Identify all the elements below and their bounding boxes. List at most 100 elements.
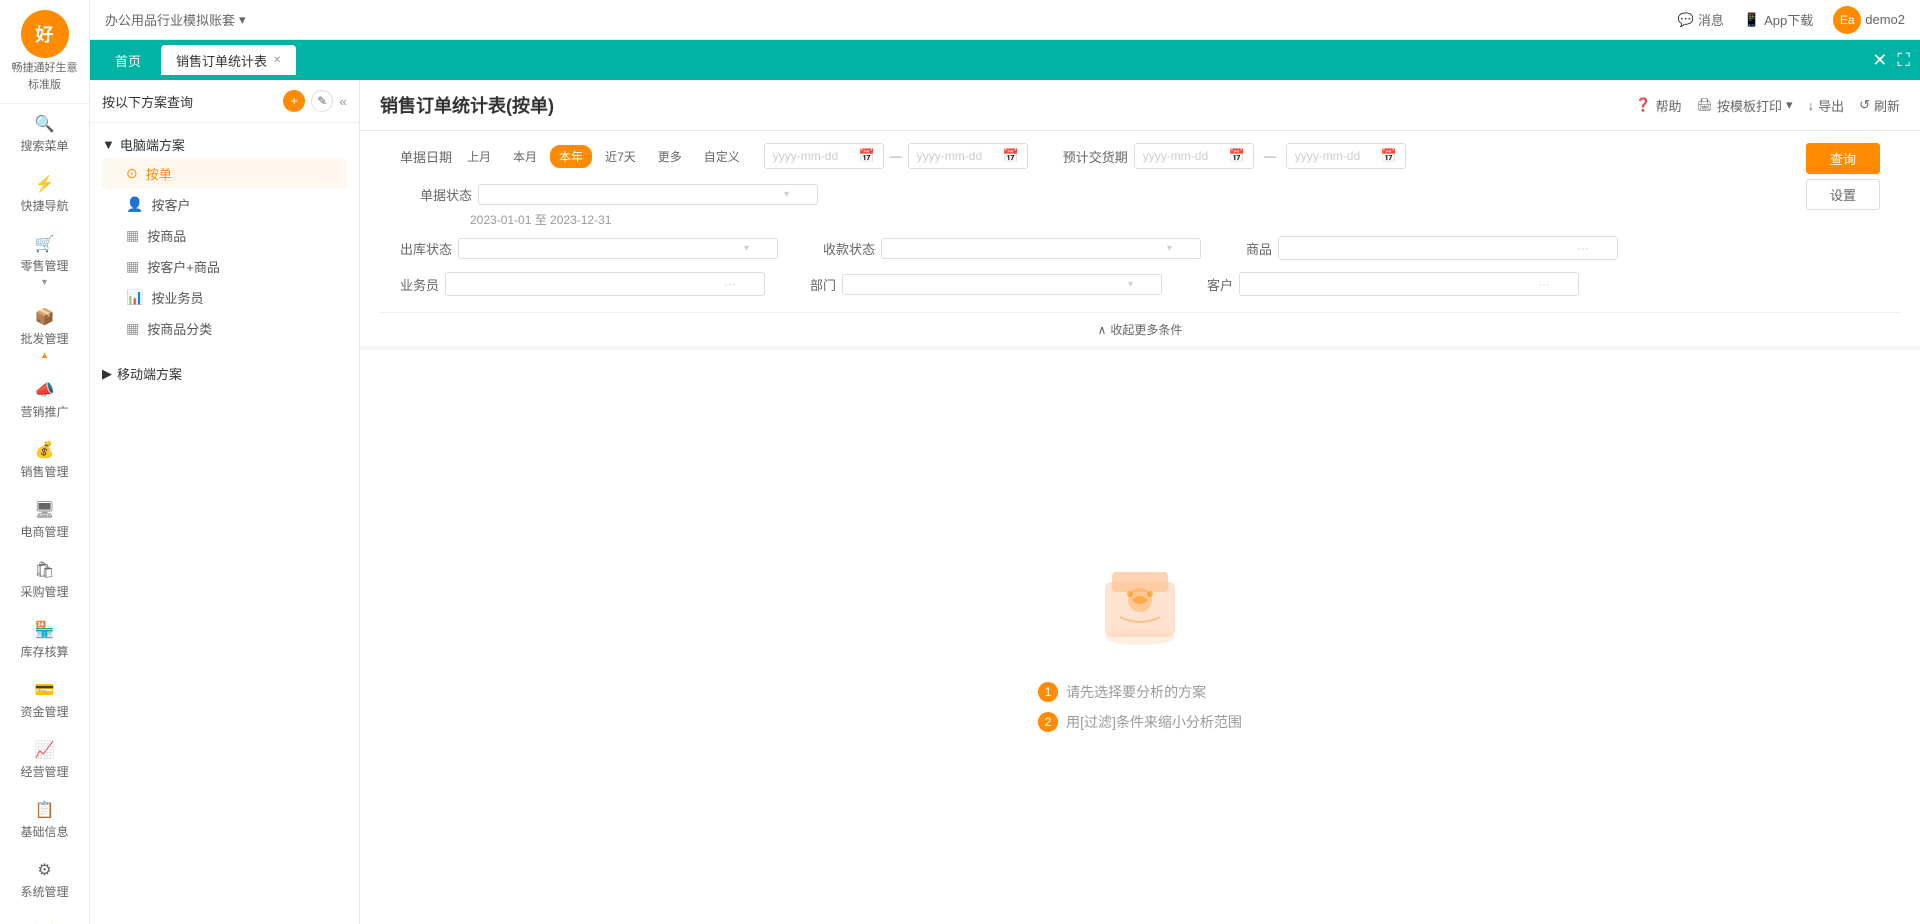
sidebar-item-marketing[interactable]: 📣 营销推广 [0,370,89,430]
sidebar-item-ecommerce[interactable]: 🖥 电商管理 [0,490,89,550]
calendar-expected-to-icon: 📅 [1381,148,1397,164]
company-selector[interactable]: 办公用品行业模拟账套 ▾ [105,10,246,29]
sidebar-item-system[interactable]: ⚙ 系统管理 [0,850,89,910]
date-to-input[interactable]: yyyy-mm-dd 📅 [908,143,1028,169]
scheme-item-by-category-label: 按商品分类 [147,319,212,338]
edit-icon: ✎ [317,94,327,108]
goods-more-icon[interactable]: ··· [1577,241,1589,255]
scheme-item-by-salesperson[interactable]: 📊 按业务员 [102,282,347,313]
app-download-btn[interactable]: 📱 App下载 [1744,10,1813,29]
date-range-text: 2023-01-01 至 2023-12-31 [470,213,611,227]
empty-hints: 1 请先选择要分析的方案 2 用[过滤]条件来缩小分析范围 [1038,682,1242,732]
scheme-item-by-category[interactable]: ▦ 按商品分类 [102,313,347,344]
expected-date-to-input[interactable]: yyyy-mm-dd 📅 [1286,143,1406,169]
sidebar-item-operation[interactable]: 📈 经营管理 [0,730,89,790]
scheme-group-mobile-title[interactable]: ▶ 移动端方案 [102,360,347,387]
tab-close-window-btn[interactable]: ✕ [1872,50,1887,71]
shortcut-last-7days[interactable]: 近7天 [596,145,645,168]
customer-select[interactable]: ··· [1239,272,1579,296]
date-label: 单据日期 [400,147,452,166]
scheme-item-by-order[interactable]: ⊙ 按单 [102,158,347,189]
user-menu[interactable]: Ea demo2 [1833,6,1905,34]
goods-select[interactable]: ··· [1278,236,1618,260]
settings-button[interactable]: 设置 [1806,179,1880,210]
empty-icon [1080,542,1200,662]
payment-status-label: 收款状态 [823,239,875,258]
customer-more-icon[interactable]: ··· [1538,277,1550,291]
avatar: Ea [1833,6,1861,34]
sidebar-item-finance[interactable]: 💳 资金管理 [0,670,89,730]
ship-status-select[interactable]: ▾ [458,238,778,259]
tab-home[interactable]: 首页 [100,45,156,75]
scheme-collapse-btn[interactable]: « [339,93,347,109]
scheme-item-by-customer-goods[interactable]: ▦ 按客户+商品 [102,251,347,282]
customer-label: 客户 [1207,275,1233,294]
collapse-icon: « [339,93,347,109]
print-dropdown-icon: ▾ [1786,97,1793,113]
sidebar-item-search[interactable]: 🔍 搜索菜单 [0,104,89,164]
help-btn[interactable]: ❓ 帮助 [1635,96,1681,115]
scheme-add-btn[interactable]: + [283,90,305,112]
sidebar-item-shortcuts[interactable]: ⚡ 快捷导航 [0,164,89,224]
search-icon: 🔍 [35,114,55,134]
scheme-edit-btn[interactable]: ✎ [311,90,333,112]
calendar-from-icon: 📅 [859,148,875,164]
date-from-input[interactable]: yyyy-mm-dd 📅 [764,143,884,169]
topbar-right: 💬 消息 📱 App下载 Ea demo2 [1678,6,1905,34]
tab-home-label: 首页 [115,51,141,70]
scheme-title: 按以下方案查询 [102,92,193,111]
department-select[interactable]: ▾ [842,274,1162,295]
main-area: 办公用品行业模拟账套 ▾ 💬 消息 📱 App下载 Ea demo2 [90,0,1920,924]
print-btn[interactable]: 🖨 按模板打印 ▾ [1697,96,1793,115]
sidebar-item-purchase-label: 采购管理 [20,583,68,600]
shortcut-last-month[interactable]: 上月 [458,145,500,168]
expected-date-from-input[interactable]: yyyy-mm-dd 📅 [1134,143,1254,169]
message-btn[interactable]: 💬 消息 [1678,10,1724,29]
refresh-btn[interactable]: ↺ 刷新 [1859,96,1900,115]
filter-row-2: 出库状态 ▾ 收款状态 ▾ [400,236,1798,260]
tab-close-btn[interactable]: ✕ [273,55,281,66]
sidebar-item-wholesale-label: 批发管理 [20,330,68,347]
shortcut-more[interactable]: 更多 [649,145,691,168]
tab-sales-order-label: 销售订单统计表 [176,51,267,70]
sidebar-item-enterprise[interactable]: 🤝 企业协同 [0,910,89,924]
sidebar-item-purchase[interactable]: 🛍 采购管理 [0,550,89,610]
help-label: 帮助 [1655,96,1681,115]
app-download-label: App下载 [1764,10,1813,29]
enterprise-icon: 🤝 [35,920,55,924]
sidebar-item-basic[interactable]: 📋 基础信息 [0,790,89,850]
salesperson-select[interactable]: ··· [445,272,765,296]
shortcut-this-year[interactable]: 本年 [550,145,592,168]
collapse-more-btn[interactable]: ∧ 收起更多条件 [380,312,1900,346]
payment-status-select[interactable]: ▾ [881,238,1201,259]
sidebar-item-retail[interactable]: 🛒 零售管理 ▼ [0,224,89,297]
query-btn-group: 查询 设置 [1806,143,1880,210]
tab-expand-btn[interactable]: ⛶ [1897,50,1910,71]
scheme-group-mobile: ▶ 移动端方案 [90,352,359,395]
tab-sales-order[interactable]: 销售订单统计表 ✕ [161,45,296,75]
sidebar-item-sales[interactable]: 💰 销售管理 [0,430,89,490]
sidebar-item-wholesale[interactable]: 📦 批发管理 ▲ [0,297,89,370]
scheme-item-by-goods[interactable]: ▦ 按商品 [102,220,347,251]
date-range-wrapper: yyyy-mm-dd 📅 — yyyy-mm-dd 📅 [764,143,1028,169]
scheme-item-by-order-label: 按单 [146,164,172,183]
system-icon: ⚙ [37,860,51,880]
shortcut-this-month[interactable]: 本月 [504,145,546,168]
export-btn[interactable]: ↓ 导出 [1808,96,1845,115]
department-filter: 部门 ▾ [810,274,1162,295]
scheme-item-by-customer-label: 按客户 [151,195,190,214]
scheme-group-desktop-title[interactable]: ▼ 电脑端方案 [102,131,347,158]
salesperson-more-icon[interactable]: ··· [724,277,736,291]
shortcut-custom[interactable]: 自定义 [695,145,749,168]
wholesale-icon: 📦 [35,307,55,327]
page-title: 销售订单统计表(按单) [380,92,554,118]
scheme-actions: + ✎ « [283,90,347,112]
date-range-row: 2023-01-01 至 2023-12-31 [400,211,1798,228]
query-button[interactable]: 查询 [1806,143,1880,174]
app-subtitle: 标准版 [28,78,61,92]
scheme-item-by-customer[interactable]: 👤 按客户 [102,189,347,220]
inventory-icon: 🏪 [35,620,55,640]
sidebar-item-inventory[interactable]: 🏪 库存核算 [0,610,89,670]
order-status-select[interactable]: ▾ [478,184,818,205]
user-name: demo2 [1865,12,1905,27]
